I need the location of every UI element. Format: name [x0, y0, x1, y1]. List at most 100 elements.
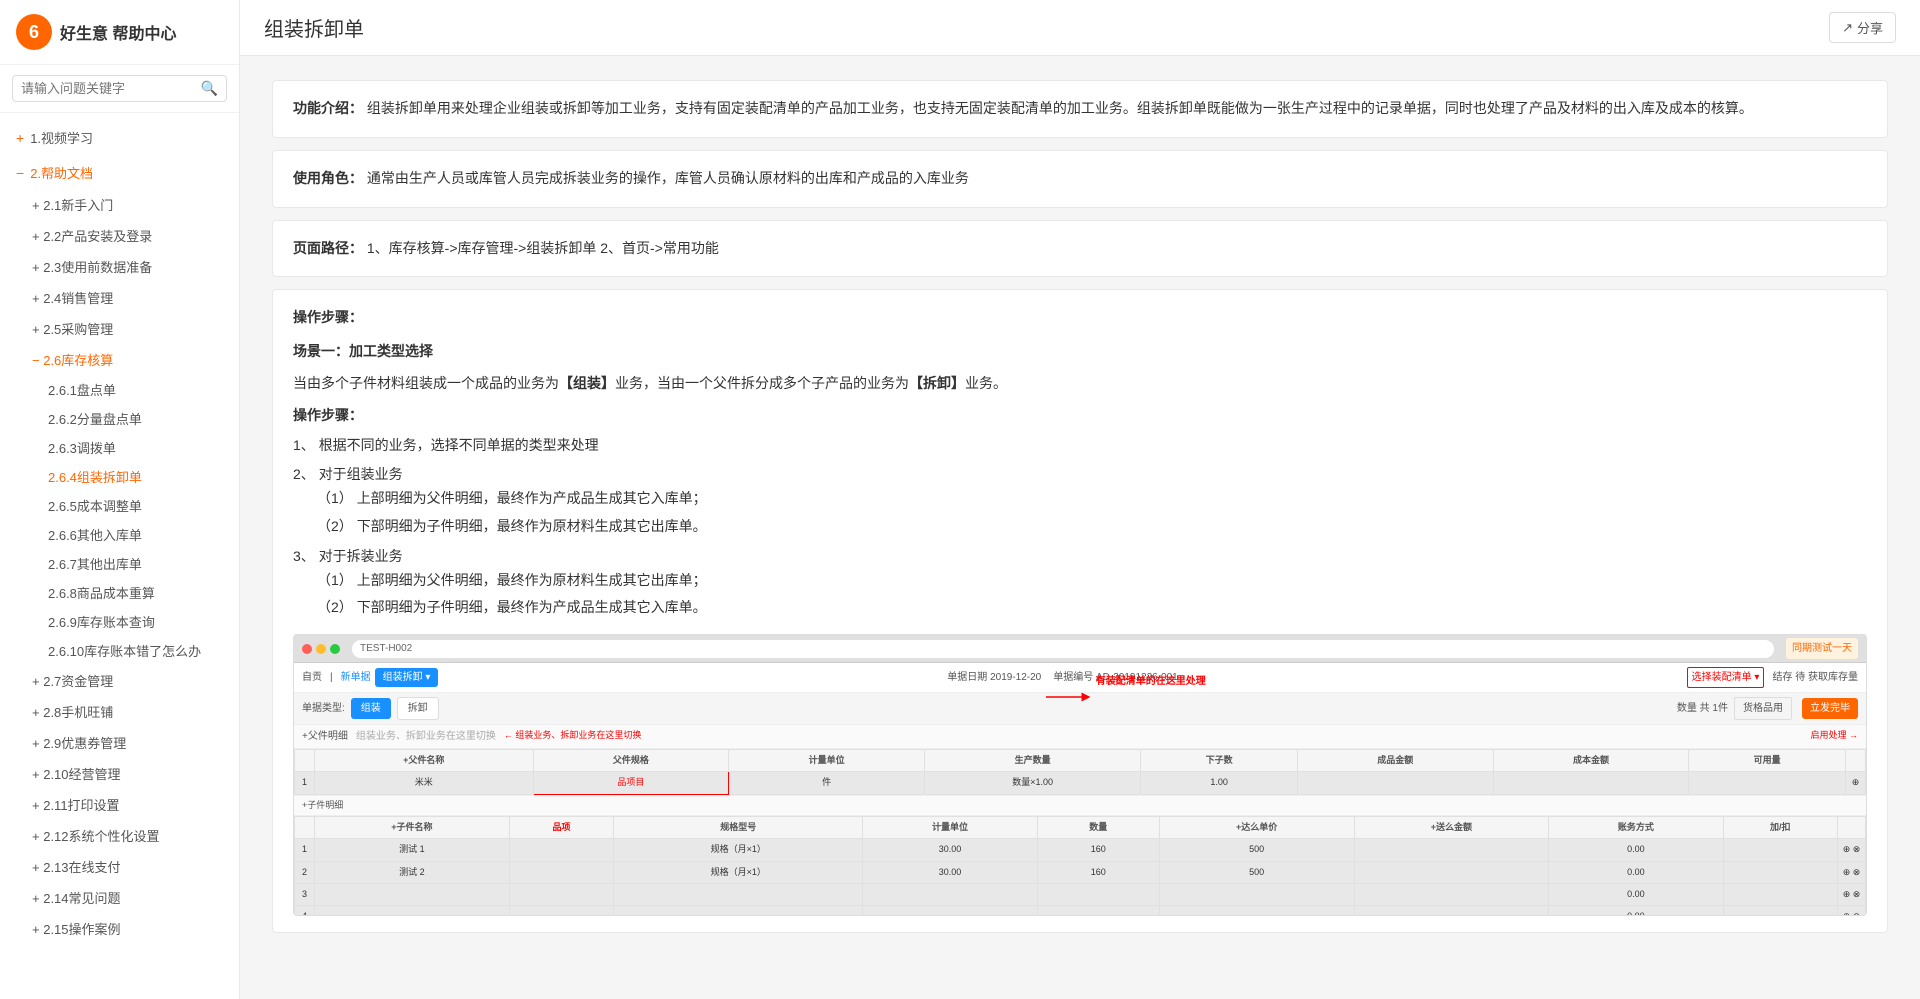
sidebar-item-video-label: 1.视频学习 [30, 128, 93, 147]
sidebar-item-docs-label: 2.帮助文档 [30, 163, 93, 182]
feature-intro-card: 功能介绍： 组装拆卸单用来处理企业组装或拆卸等加工业务，支持有固定装配清单的产品… [272, 80, 1888, 138]
share-icon: ↗ [1842, 20, 1853, 36]
sidebar: 6 好生意 帮助中心 🔍 + 1.视频学习 − 2.帮助文档 + 2 [0, 0, 240, 999]
sidebar-item-ledger-query[interactable]: 2.6.9库存账本查询 [0, 607, 239, 636]
plus-icon-payment: + [32, 860, 40, 875]
steps-sub-title: 操作步骤： [293, 404, 1867, 428]
step-2-num: 2、 [293, 466, 315, 482]
sim-screenshot: TEST-H002 同期测试一天 自贡 | 新单据 组装拆卸 ▾ 单据日期 20… [294, 635, 1866, 915]
step-3-sub2: （2） 下部明细为子件明细，最终作为产成品生成其它入库单。 [317, 596, 1867, 620]
page-path-label: 页面路径： [293, 240, 363, 256]
sidebar-item-other-outbound[interactable]: 2.6.7其他出库单 [0, 549, 239, 578]
sidebar-item-mobile[interactable]: + 2.8手机旺铺 [0, 696, 239, 727]
scene1-desc: 当由多个子件材料组装成一个成品的业务为【组装】业务，当由一个父件拆分成多个子产品… [293, 372, 1867, 396]
plus-icon-faq: + [32, 891, 40, 906]
sidebar-item-finance[interactable]: + 2.7资金管理 [0, 665, 239, 696]
sidebar-item-custom-label: 2.12系统个性化设置 [43, 829, 159, 844]
logo-text: 好生意 帮助中心 [60, 20, 176, 44]
sidebar-item-print[interactable]: + 2.11打印设置 [0, 789, 239, 820]
sidebar-item-coupon[interactable]: + 2.9优惠券管理 [0, 727, 239, 758]
use-role-label: 使用角色： [293, 170, 363, 186]
minus-icon-inventory: − [32, 353, 40, 368]
plus-icon-ops: + [32, 767, 40, 782]
plus-icon-custom: + [32, 829, 40, 844]
sidebar-item-mobile-label: 2.8手机旺铺 [43, 705, 113, 720]
sidebar-item-purchase[interactable]: + 2.5采购管理 [0, 313, 239, 344]
sidebar-item-docs[interactable]: − 2.帮助文档 [0, 156, 239, 189]
nav-sub-items-docs: + 2.1新手入门 + 2.2产品安装及登录 + 2.3使用前数据准备 + 2.… [0, 189, 239, 944]
step-2-text: 对于组装业务 [319, 466, 403, 482]
sidebar-item-coupon-label: 2.9优惠券管理 [43, 736, 126, 751]
annotation-bom: 有装配清单的在这里处理 [1096, 673, 1206, 690]
page-path-card: 页面路径： 1、库存核算->库存管理->组装拆卸单 2、首页->常用功能 [272, 220, 1888, 278]
step-3-sub1-text: 上部明细为父件明细，最终作为原材料生成其它出库单； [357, 572, 707, 588]
sidebar-item-inventory-label: 2.6库存核算 [43, 353, 113, 368]
disassembly-label: 【拆卸】 [909, 375, 965, 391]
plus-icon-data-prep: + [32, 260, 40, 275]
step-3-text: 对于拆装业务 [319, 548, 403, 564]
step-2-sub2: （2） 下部明细为子件明细，最终作为原材料生成其它出库单。 [317, 515, 1867, 539]
sidebar-item-print-label: 2.11打印设置 [43, 798, 119, 813]
step-2-sub1: （1） 上部明细为父件明细，最终作为产成品生成其它入库单； [317, 487, 1867, 511]
sidebar-item-payment[interactable]: + 2.13在线支付 [0, 851, 239, 882]
feature-intro-label: 功能介绍： [293, 100, 363, 116]
sidebar-item-data-prep-label: 2.3使用前数据准备 [43, 260, 152, 275]
search-input[interactable] [21, 81, 201, 96]
step-1: 1、 根据不同的业务，选择不同单据的类型来处理 [293, 434, 1867, 458]
step-2-sub1-mark: （1） [317, 490, 353, 506]
share-button[interactable]: ↗ 分享 [1829, 12, 1896, 43]
sidebar-item-finance-label: 2.7资金管理 [43, 674, 113, 689]
sidebar-item-beginner-label: 2.1新手入门 [43, 198, 113, 213]
plus-icon-finance: + [32, 674, 40, 689]
main-content: 组装拆卸单 ↗ 分享 功能介绍： 组装拆卸单用来处理企业组装或拆卸等加工业务，支… [240, 0, 1920, 999]
sidebar-item-beginner[interactable]: + 2.1新手入门 [0, 189, 239, 220]
page-header: 组装拆卸单 ↗ 分享 [240, 0, 1920, 56]
step-2-sub1-text: 上部明细为父件明细，最终作为产成品生成其它入库单； [357, 490, 707, 506]
sidebar-item-sales-label: 2.4销售管理 [43, 291, 113, 306]
search-box: 🔍 [12, 75, 227, 102]
sidebar-item-install[interactable]: + 2.2产品安装及登录 [0, 220, 239, 251]
operations-title: 操作步骤： [293, 306, 1867, 330]
share-label: 分享 [1857, 18, 1883, 37]
step-3-sub1-mark: （1） [317, 572, 353, 588]
search-icon[interactable]: 🔍 [201, 80, 218, 97]
sidebar-item-sales[interactable]: + 2.4销售管理 [0, 282, 239, 313]
sidebar-item-cases[interactable]: + 2.15操作案例 [0, 913, 239, 944]
sidebar-item-assembly[interactable]: 2.6.4组装拆卸单 [0, 462, 239, 491]
sidebar-item-custom[interactable]: + 2.12系统个性化设置 [0, 820, 239, 851]
sidebar-item-ops[interactable]: + 2.10经营管理 [0, 758, 239, 789]
sidebar-item-data-prep[interactable]: + 2.3使用前数据准备 [0, 251, 239, 282]
step-1-text: 根据不同的业务，选择不同单据的类型来处理 [319, 437, 599, 453]
sidebar-item-inventory[interactable]: − 2.6库存核算 [0, 344, 239, 375]
sidebar-item-cost-adjust[interactable]: 2.6.5成本调整单 [0, 491, 239, 520]
sidebar-item-ledger-error[interactable]: 2.6.10库存账本错了怎么办 [0, 636, 239, 665]
nav-section-docs: − 2.帮助文档 + 2.1新手入门 + 2.2产品安装及登录 + 2.3使用前… [0, 156, 239, 944]
step-3: 3、 对于拆装业务 （1） 上部明细为父件明细，最终作为原材料生成其它出库单； … [293, 545, 1867, 620]
use-role-text: 通常由生产人员或库管人员完成拆装业务的操作，库管人员确认原材料的出库和产成品的入… [367, 170, 969, 186]
page-path-text: 1、库存核算->库存管理->组装拆卸单 2、首页->常用功能 [367, 240, 719, 256]
plus-icon-sales: + [32, 291, 40, 306]
plus-icon-mobile: + [32, 705, 40, 720]
plus-icon-purchase: + [32, 322, 40, 337]
step-3-sub2-mark: （2） [317, 599, 353, 615]
logo-icon: 6 [16, 14, 52, 50]
nav-section-video: + 1.视频学习 [0, 121, 239, 154]
content-area: 功能介绍： 组装拆卸单用来处理企业组装或拆卸等加工业务，支持有固定装配清单的产品… [240, 56, 1920, 999]
page-title: 组装拆卸单 [264, 13, 364, 42]
logo-area: 6 好生意 帮助中心 [0, 0, 239, 65]
plus-icon-cases: + [32, 922, 40, 937]
sidebar-item-transfer[interactable]: 2.6.3调拨单 [0, 433, 239, 462]
plus-icon-print: + [32, 798, 40, 813]
sidebar-item-partial-stocktake[interactable]: 2.6.2分量盘点单 [0, 404, 239, 433]
step-3-num: 3、 [293, 548, 315, 564]
sidebar-item-other-inbound[interactable]: 2.6.6其他入库单 [0, 520, 239, 549]
sidebar-item-faq[interactable]: + 2.14常见问题 [0, 882, 239, 913]
sidebar-item-install-label: 2.2产品安装及登录 [43, 229, 152, 244]
sidebar-item-video[interactable]: + 1.视频学习 [0, 121, 239, 154]
sidebar-item-cost-recalc[interactable]: 2.6.8商品成本重算 [0, 578, 239, 607]
sidebar-item-cases-label: 2.15操作案例 [43, 922, 120, 937]
plus-icon-coupon: + [32, 736, 40, 751]
steps-content: 场景一：加工类型选择 当由多个子件材料组装成一个成品的业务为【组装】业务，当由一… [293, 340, 1867, 916]
sidebar-item-stocktake[interactable]: 2.6.1盘点单 [0, 375, 239, 404]
plus-icon-install: + [32, 229, 40, 244]
